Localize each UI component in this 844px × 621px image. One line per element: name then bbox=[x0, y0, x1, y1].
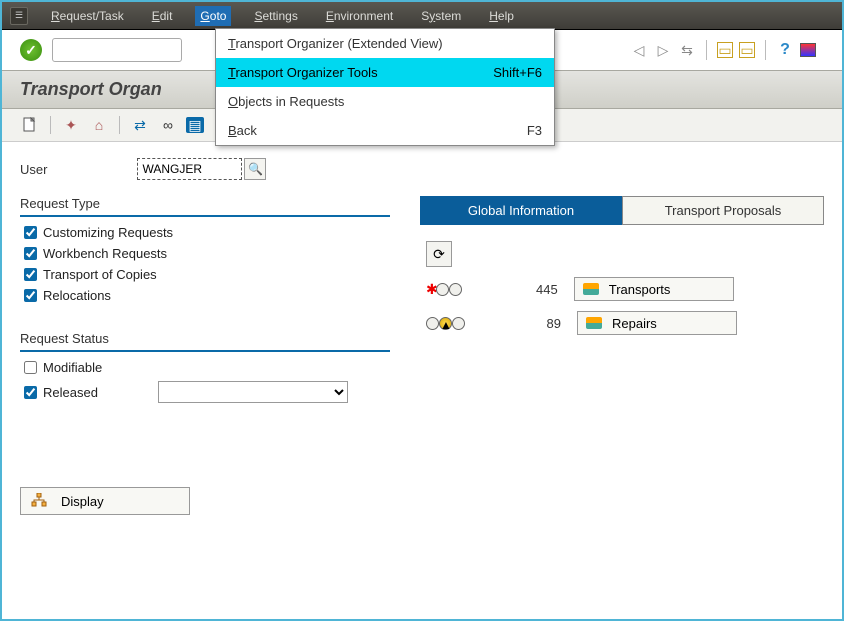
refresh-icon: ⟳ bbox=[433, 246, 445, 263]
tab-transport-proposals[interactable]: Transport Proposals bbox=[622, 196, 824, 225]
picture-icon bbox=[583, 283, 599, 295]
refresh-button[interactable]: ⟳ bbox=[426, 241, 452, 267]
transports-button[interactable]: Transports bbox=[574, 277, 734, 301]
shortcut: F3 bbox=[527, 123, 542, 138]
light-yellow-icon: ▲ bbox=[439, 317, 452, 330]
nav-first-icon[interactable]: ◁ bbox=[630, 41, 648, 59]
light-off-icon bbox=[452, 317, 465, 330]
menu-system[interactable]: System bbox=[416, 6, 466, 26]
tool-icon-5[interactable]: ▤ bbox=[186, 117, 204, 133]
display-button[interactable]: Display bbox=[20, 487, 190, 515]
create-request-icon[interactable] bbox=[20, 115, 40, 135]
request-status-group: Request Status Modifiable Released bbox=[20, 331, 390, 411]
status-lights-warning: ▲ bbox=[426, 317, 465, 330]
tool-icon-2[interactable]: ⌂ bbox=[89, 115, 109, 135]
tool-icon-3[interactable]: ⇄ bbox=[130, 115, 150, 135]
menu-request-task[interactable]: Request/Task bbox=[46, 6, 129, 26]
request-type-group: Request Type Customizing Requests Workbe… bbox=[20, 196, 390, 311]
chk-transport-of-copies[interactable]: Transport of Copies bbox=[24, 267, 386, 282]
picture-icon bbox=[586, 317, 602, 329]
repairs-count: 89 bbox=[481, 316, 561, 331]
chk-released[interactable]: Released bbox=[24, 385, 98, 400]
shortcut: Shift+F6 bbox=[493, 65, 542, 80]
menu-settings[interactable]: Settings bbox=[249, 6, 302, 26]
goto-dropdown: Transport Organizer (Extended View) Tran… bbox=[215, 28, 555, 146]
stat-row-transports: ✱ 445 Transports bbox=[426, 277, 818, 301]
menu-item-transport-organizer-tools[interactable]: Transport Organizer Tools Shift+F6 bbox=[216, 58, 554, 87]
chk-workbench-requests[interactable]: Workbench Requests bbox=[24, 246, 386, 261]
menu-help[interactable]: Help bbox=[484, 6, 519, 26]
menu-goto[interactable]: Goto bbox=[195, 6, 231, 26]
request-type-title: Request Type bbox=[20, 196, 390, 217]
transports-count: 445 bbox=[478, 282, 558, 297]
search-icon: 🔍 bbox=[248, 162, 263, 176]
menu-edit[interactable]: Edit bbox=[147, 6, 178, 26]
menu-environment[interactable]: Environment bbox=[321, 6, 398, 26]
command-field[interactable] bbox=[52, 38, 182, 62]
chk-modifiable[interactable]: Modifiable bbox=[24, 360, 386, 375]
gui-options-icon[interactable] bbox=[800, 43, 816, 57]
light-off-icon bbox=[436, 283, 449, 296]
tool-icon-4[interactable]: ∞ bbox=[158, 115, 178, 135]
user-search-button[interactable]: 🔍 bbox=[244, 158, 266, 180]
released-select[interactable] bbox=[158, 381, 348, 403]
menu-item-back[interactable]: Back F3 bbox=[216, 116, 554, 145]
status-lights-error: ✱ bbox=[426, 281, 462, 298]
hierarchy-icon bbox=[31, 493, 47, 510]
chk-customizing-requests[interactable]: Customizing Requests bbox=[24, 225, 386, 240]
menu-item-objects-in-requests[interactable]: Objects in Requests bbox=[216, 87, 554, 116]
chk-relocations[interactable]: Relocations bbox=[24, 288, 386, 303]
tool-icon-1[interactable]: ✦ bbox=[61, 115, 81, 135]
help-icon[interactable]: ? bbox=[776, 41, 794, 59]
nav-prev-icon[interactable]: ▷ bbox=[654, 41, 672, 59]
tabs: Global Information Transport Proposals bbox=[420, 196, 824, 225]
enter-icon[interactable]: ✓ bbox=[20, 39, 42, 61]
menu-options-icon[interactable]: ☰ bbox=[10, 7, 28, 25]
stat-row-repairs: ▲ 89 Repairs bbox=[426, 311, 818, 335]
menubar: ☰ Request/Task Edit Goto Settings Enviro… bbox=[2, 2, 842, 30]
user-row: User 🔍 bbox=[20, 158, 824, 180]
user-input[interactable] bbox=[137, 158, 242, 180]
light-off-icon bbox=[449, 283, 462, 296]
request-status-title: Request Status bbox=[20, 331, 390, 352]
tab-global-information[interactable]: Global Information bbox=[420, 196, 622, 225]
nav-next-icon[interactable]: ⇆ bbox=[678, 41, 696, 59]
layout1-icon[interactable]: ▭ bbox=[717, 42, 733, 58]
menu-item-transport-organizer-ext[interactable]: Transport Organizer (Extended View) bbox=[216, 29, 554, 58]
light-off-icon bbox=[426, 317, 439, 330]
layout2-icon[interactable]: ▭ bbox=[739, 42, 755, 58]
repairs-button[interactable]: Repairs bbox=[577, 311, 737, 335]
user-label: User bbox=[20, 162, 47, 177]
